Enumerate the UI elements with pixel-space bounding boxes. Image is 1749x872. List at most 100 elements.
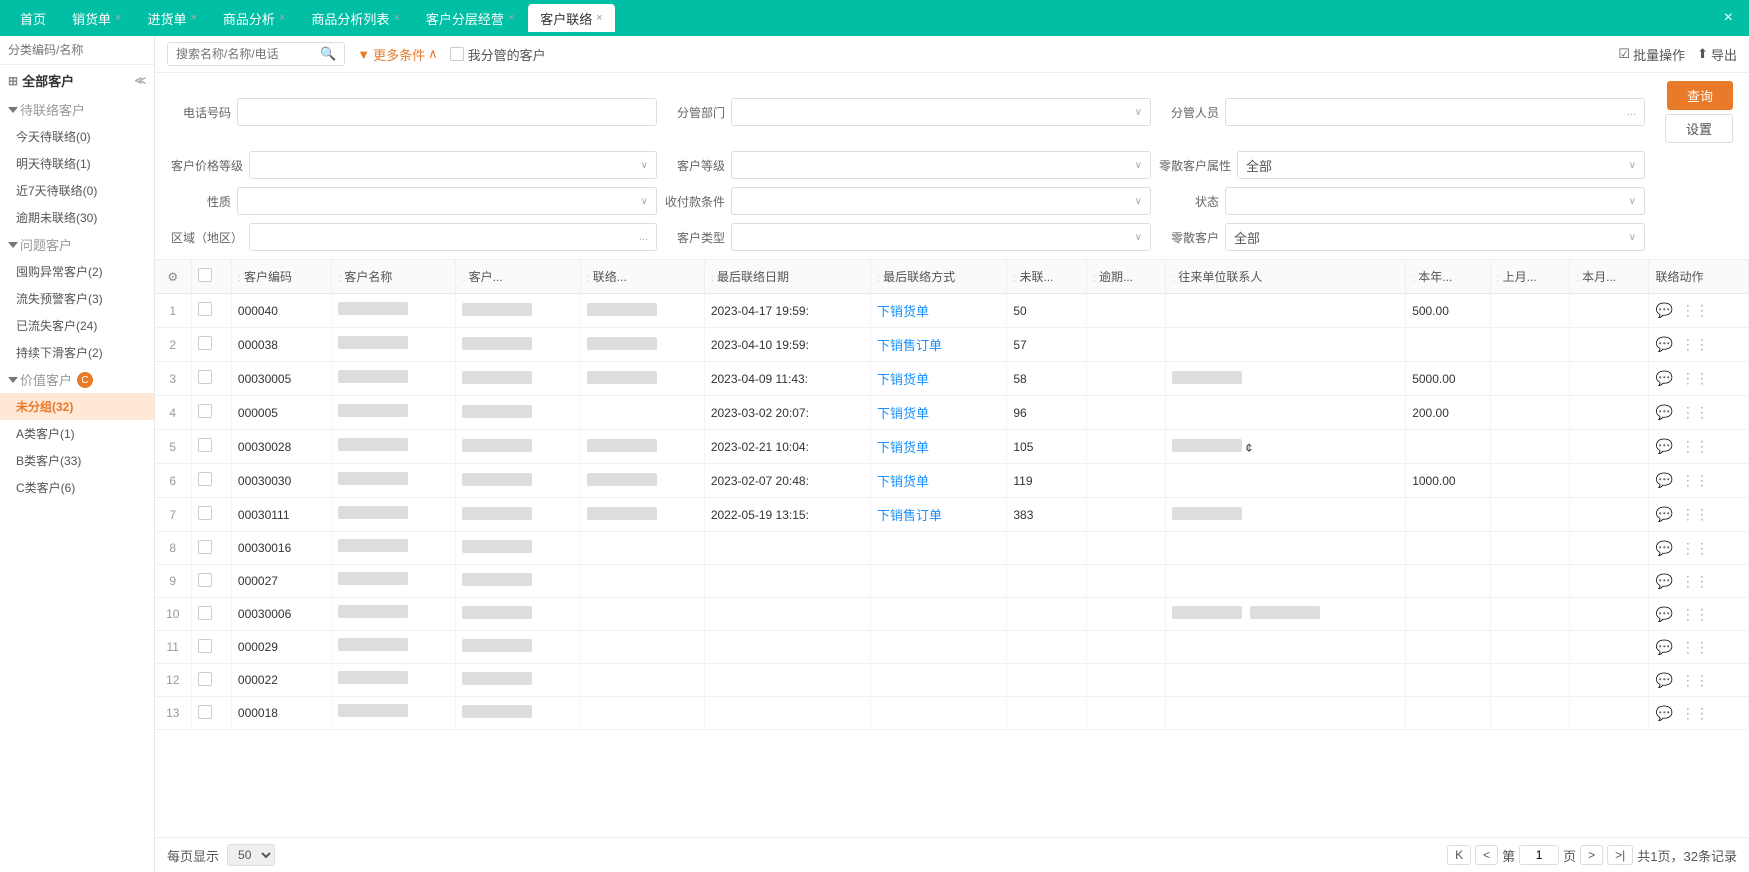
sidebar-item-7day-pending[interactable]: 近7天待联络(0) [0, 177, 154, 204]
next-page-btn[interactable]: > [1580, 845, 1603, 865]
contact-icon-7[interactable]: 💬 [1655, 506, 1672, 523]
contact-icon-12[interactable]: 💬 [1655, 672, 1672, 689]
checkbox-10[interactable] [198, 606, 212, 620]
close-goods-analysis-tab[interactable]: × [279, 12, 285, 24]
sidebar-item-b-class[interactable]: B类客户(33) [0, 447, 154, 474]
customer-level-select[interactable]: ∨ [731, 151, 1151, 179]
sidebar-item-overdue-pending[interactable]: 逾期未联络(30) [0, 204, 154, 231]
nav-tab-customer-tier[interactable]: 客户分层经营 × [414, 4, 526, 32]
contact-icon-4[interactable]: 💬 [1655, 404, 1672, 421]
more-icon-8[interactable]: ⋮⋮ [1681, 540, 1709, 557]
last-method-link-6[interactable]: 下销货单 [877, 474, 929, 489]
problem-section-header[interactable]: 问题客户 [0, 231, 154, 258]
sidebar-item-ungrouped[interactable]: 未分组(32) [0, 393, 154, 420]
nav-tab-sales[interactable]: 销货单 × [60, 4, 133, 32]
more-icon-4[interactable]: ⋮⋮ [1681, 404, 1709, 421]
contact-icon-9[interactable]: 💬 [1655, 573, 1672, 590]
dept-select[interactable]: ∨ [731, 98, 1151, 126]
checkbox-6[interactable] [198, 472, 212, 486]
contact-icon-8[interactable]: 💬 [1655, 540, 1672, 557]
close-sales-tab[interactable]: × [115, 12, 121, 24]
more-icon-13[interactable]: ⋮⋮ [1681, 705, 1709, 722]
more-conditions-btn[interactable]: ▼ 更多条件 ∧ [357, 45, 437, 64]
export-btn[interactable]: ⬆ 导出 [1697, 45, 1737, 64]
last-method-link-7[interactable]: 下销售订单 [877, 508, 942, 523]
checkbox-9[interactable] [198, 573, 212, 587]
page-number-input[interactable] [1519, 845, 1559, 865]
per-page-select[interactable]: 50 [227, 844, 275, 866]
contact-icon-11[interactable]: 💬 [1655, 639, 1672, 656]
checkbox-3[interactable] [198, 370, 212, 384]
checkbox-12[interactable] [198, 672, 212, 686]
batch-op-btn[interactable]: ☑ 批量操作 [1618, 45, 1685, 64]
sidebar-item-a-class[interactable]: A类客户(1) [0, 420, 154, 447]
header-checkbox[interactable] [198, 268, 212, 282]
more-icon-12[interactable]: ⋮⋮ [1681, 672, 1709, 689]
nav-tab-customer-contact[interactable]: 客户联络 × [528, 4, 614, 32]
sidebar-item-tomorrow-pending[interactable]: 明天待联络(1) [0, 150, 154, 177]
close-purchase-tab[interactable]: × [190, 12, 196, 24]
more-icon-5[interactable]: ⋮⋮ [1681, 438, 1709, 455]
price-level-select[interactable]: ∨ [249, 151, 657, 179]
first-page-btn[interactable]: K [1447, 845, 1471, 865]
prev-page-btn[interactable]: < [1475, 845, 1498, 865]
more-icon-3[interactable]: ⋮⋮ [1681, 370, 1709, 387]
contact-icon-5[interactable]: 💬 [1655, 438, 1672, 455]
my-customers-checkbox[interactable]: 我分管的客户 [450, 45, 546, 64]
close-goods-list-tab[interactable]: × [393, 12, 399, 24]
sidebar-item-c-class[interactable]: C类客户(6) [0, 474, 154, 501]
checkbox-4[interactable] [198, 404, 212, 418]
last-page-btn[interactable]: >| [1607, 845, 1633, 865]
last-method-link-2[interactable]: 下销售订单 [877, 338, 942, 353]
retail-select[interactable]: 全部 ∨ [1225, 223, 1645, 251]
nav-tab-goods-analysis[interactable]: 商品分析 × [211, 4, 297, 32]
sidebar-collapse-icon[interactable]: ≪ [134, 74, 146, 87]
retail-attr-select[interactable]: 全部 ∨ [1237, 151, 1645, 179]
contact-icon-6[interactable]: 💬 [1655, 472, 1672, 489]
more-icon-1[interactable]: ⋮⋮ [1681, 302, 1709, 319]
checkbox-1[interactable] [198, 302, 212, 316]
status-select[interactable]: ∨ [1225, 187, 1645, 215]
more-icon-9[interactable]: ⋮⋮ [1681, 573, 1709, 590]
nav-tab-purchase[interactable]: 进货单 × [135, 4, 208, 32]
query-button[interactable]: 查询 [1667, 81, 1733, 110]
checkbox-13[interactable] [198, 705, 212, 719]
reset-button[interactable]: 设置 [1665, 114, 1733, 143]
phone-input[interactable] [237, 98, 657, 126]
close-customer-contact-tab[interactable]: × [596, 12, 602, 24]
checkbox-7[interactable] [198, 506, 212, 520]
last-method-link-5[interactable]: 下销货单 [877, 440, 929, 455]
checkbox-5[interactable] [198, 438, 212, 452]
payment-select[interactable]: ∨ [731, 187, 1151, 215]
close-all-icon[interactable]: × [1716, 9, 1741, 27]
sidebar-item-today-pending[interactable]: 今天待联络(0) [0, 123, 154, 150]
col-settings-icon[interactable]: ⚙ [155, 260, 191, 294]
contact-icon-10[interactable]: 💬 [1655, 606, 1672, 623]
my-customers-check[interactable] [450, 47, 464, 61]
sidebar-item-declining[interactable]: 持续下滑客户(2) [0, 339, 154, 366]
close-customer-tier-tab[interactable]: × [508, 12, 514, 24]
sidebar-item-churned[interactable]: 已流失客户(24) [0, 312, 154, 339]
checkbox-11[interactable] [198, 639, 212, 653]
contact-icon-3[interactable]: 💬 [1655, 370, 1672, 387]
sidebar-item-churn-warning[interactable]: 流失预警客户(3) [0, 285, 154, 312]
last-method-link-1[interactable]: 下销货单 [877, 304, 929, 319]
more-icon-2[interactable]: ⋮⋮ [1681, 336, 1709, 353]
more-icon-11[interactable]: ⋮⋮ [1681, 639, 1709, 656]
pending-section-header[interactable]: 待联络客户 [0, 96, 154, 123]
search-icon[interactable]: 🔍 [320, 46, 336, 62]
customer-type-select[interactable]: ∨ [731, 223, 1151, 251]
sidebar-search-input[interactable] [8, 43, 155, 57]
contact-icon-1[interactable]: 💬 [1655, 302, 1672, 319]
contact-icon-2[interactable]: 💬 [1655, 336, 1672, 353]
checkbox-2[interactable] [198, 336, 212, 350]
nav-tab-home[interactable]: 首页 [8, 4, 58, 32]
nav-tab-goods-analysis-list[interactable]: 商品分析列表 × [299, 4, 411, 32]
sidebar-item-abnormal[interactable]: 囤购异常客户(2) [0, 258, 154, 285]
last-method-link-3[interactable]: 下销货单 [877, 372, 929, 387]
more-icon-10[interactable]: ⋮⋮ [1681, 606, 1709, 623]
last-method-link-4[interactable]: 下销货单 [877, 406, 929, 421]
nature-select[interactable]: ∨ [237, 187, 657, 215]
checkbox-8[interactable] [198, 540, 212, 554]
search-input[interactable] [176, 47, 316, 61]
